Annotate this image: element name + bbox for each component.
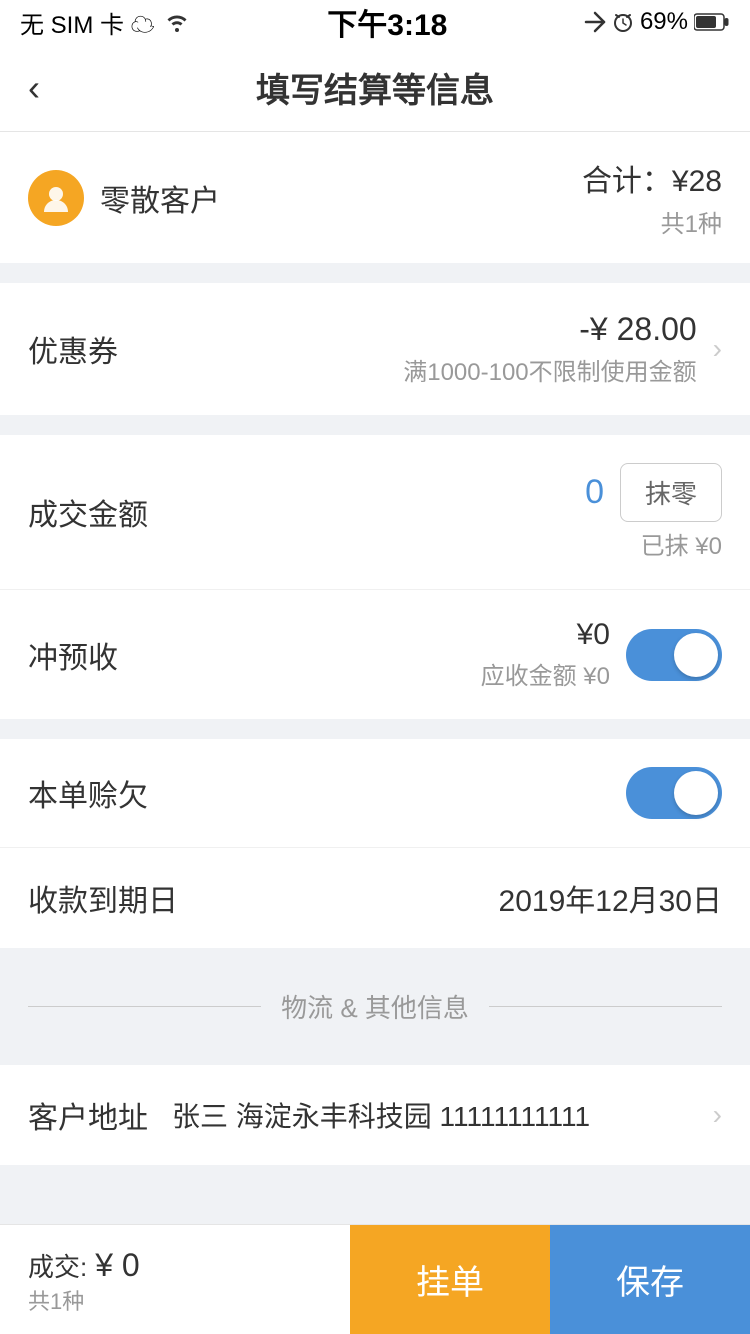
divider-2 [0,415,750,435]
wifi-icon [163,12,191,32]
customer-name: 零散客户 [100,176,220,220]
prepayment-label: 冲预收 [28,633,148,677]
prepayment-value-area: ¥0 应收金额 ¥0 [481,618,610,691]
address-row[interactable]: 客户地址 张三 海淀永丰科技园 11111111111 › [0,1065,750,1165]
back-button[interactable]: ‹ [28,67,40,109]
logistics-header-text: 物流 & 其他信息 [261,988,489,1025]
coupon-section: 优惠券 -¥ 28.00 满1000-100不限制使用金额 › [0,283,750,415]
content-area: 零散客户 合计：¥28 共1种 优惠券 -¥ 28.00 满1000-100不限… [0,132,750,1165]
coupon-right: -¥ 28.00 满1000-100不限制使用金额 › [148,311,722,387]
address-value: 张三 海淀永丰科技园 11111111111 [172,1095,689,1135]
customer-section: 零散客户 合计：¥28 共1种 [0,132,750,263]
coupon-hint: 满1000-100不限制使用金额 [403,352,696,387]
page-title: 填写结算等信息 [256,63,494,112]
divider-5 [0,1045,750,1065]
coupon-row[interactable]: 优惠券 -¥ 28.00 满1000-100不限制使用金额 › [0,283,750,415]
nav-bar: ‹ 填写结算等信息 [0,44,750,132]
status-left: 无 SIM 卡 ☁ [20,5,191,40]
due-date-row: 收款到期日 2019年12月30日 [0,848,750,948]
debit-section: 本单赊欠 收款到期日 2019年12月30日 [0,739,750,948]
bottom-count: 共1种 [28,1284,322,1316]
battery-level: 69% [640,8,688,36]
location-icon [584,11,606,33]
customer-count: 共1种 [582,204,722,239]
save-button[interactable]: 保存 [550,1225,750,1334]
alarm-icon [612,11,634,33]
prepayment-toggle-knob [674,633,718,677]
address-chevron-icon: › [713,1099,722,1131]
transaction-sub: 已抹 ¥0 [504,526,722,561]
debit-toggle-knob [674,771,718,815]
debit-right [148,767,722,819]
round-off-button[interactable]: 抹零 [620,463,722,522]
due-date-value: 2019年12月30日 [499,876,722,920]
transaction-input[interactable] [504,473,604,512]
prepayment-sub: 应收金额 ¥0 [481,656,610,691]
customer-info-left: 零散客户 [28,170,220,226]
transaction-row: 成交金额 抹零 已抹 ¥0 [0,435,750,590]
status-bar: 无 SIM 卡 ☁ 下午3:18 69% [0,0,750,44]
transaction-label: 成交金额 [28,490,148,534]
customer-total: 合计：¥28 [582,156,722,200]
hang-button[interactable]: 挂单 [350,1225,550,1334]
divider-1 [0,263,750,283]
battery-icon [694,12,730,32]
bottom-transaction-label: 成交: [28,1247,87,1284]
customer-right: 合计：¥28 共1种 [582,156,722,239]
transaction-right: 抹零 已抹 ¥0 [148,463,722,561]
divider-4 [0,948,750,968]
bottom-info: 成交: ¥ 0 共1种 [0,1243,350,1316]
status-time: 下午3:18 [327,0,447,44]
prepayment-value: ¥0 [481,618,610,652]
bottom-transaction-amount: ¥ 0 [95,1247,139,1284]
address-section: 客户地址 张三 海淀永丰科技园 11111111111 › [0,1065,750,1165]
coupon-label: 优惠券 [28,327,148,371]
status-right: 69% [584,8,730,36]
logistics-header: 物流 & 其他信息 [0,968,750,1045]
divider-3 [0,719,750,739]
prepayment-row: 冲预收 ¥0 应收金额 ¥0 [0,590,750,719]
coupon-value-area: -¥ 28.00 满1000-100不限制使用金额 [403,311,696,387]
due-date-label: 收款到期日 [28,876,178,920]
debit-label: 本单赊欠 [28,771,148,815]
transaction-section: 成交金额 抹零 已抹 ¥0 冲预收 ¥0 应收金额 ¥0 [0,435,750,719]
coupon-discount: -¥ 28.00 [403,311,696,348]
customer-avatar [28,170,84,226]
coupon-chevron-icon: › [713,333,722,365]
prepayment-toggle[interactable] [626,629,722,681]
bottom-bar: 成交: ¥ 0 共1种 挂单 保存 [0,1224,750,1334]
address-label: 客户地址 [28,1093,148,1137]
sim-status: 无 SIM 卡 ☁ [20,5,155,40]
debit-toggle[interactable] [626,767,722,819]
debit-row: 本单赊欠 [0,739,750,848]
transaction-value-area: 抹零 已抹 ¥0 [504,463,722,561]
prepayment-right: ¥0 应收金额 ¥0 [148,618,722,691]
